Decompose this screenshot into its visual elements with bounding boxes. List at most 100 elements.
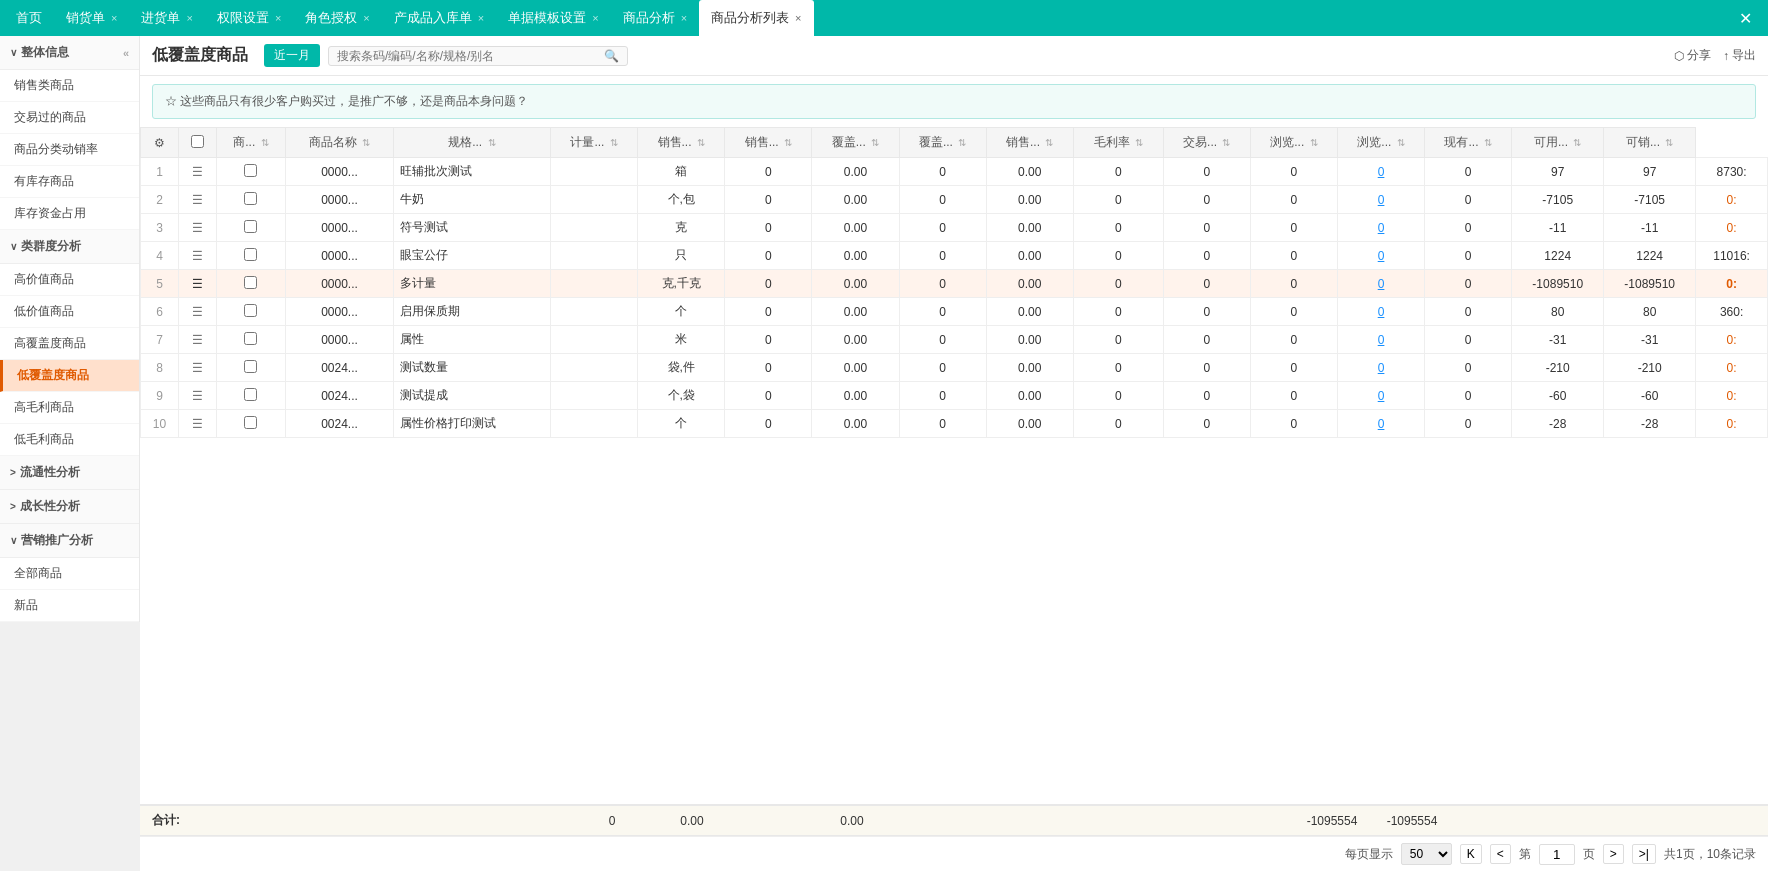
row-checkbox-2[interactable] [216, 214, 286, 242]
sidebar-item-new-goods[interactable]: 新品 [0, 590, 139, 622]
sidebar-item-traded-goods[interactable]: 交易过的商品 [0, 102, 139, 134]
sidebar-item-high-coverage[interactable]: 高覆盖度商品 [0, 328, 139, 360]
row-check-7[interactable] [244, 360, 257, 373]
close-template-tab[interactable]: × [592, 12, 598, 24]
browse1-link-0[interactable]: 0 [1378, 165, 1385, 179]
period-button[interactable]: 近一月 [264, 44, 320, 67]
row-browse1-6[interactable]: 0 [1337, 326, 1424, 354]
col-browse2[interactable]: 浏览... ⇅ [1337, 128, 1424, 158]
row-check-6[interactable] [244, 332, 257, 345]
sidebar-item-low-coverage[interactable]: 低覆盖度商品 [0, 360, 139, 392]
row-checkbox-4[interactable] [216, 270, 286, 298]
row-check-9[interactable] [244, 416, 257, 429]
nav-tab-production[interactable]: 产成品入库单 × [382, 0, 496, 36]
sort-cov2[interactable]: ⇅ [958, 137, 966, 148]
row-settings-5[interactable]: ☰ [179, 298, 217, 326]
sort-name[interactable]: ⇅ [362, 137, 370, 148]
col-available[interactable]: 可用... ⇅ [1512, 128, 1604, 158]
col-settings[interactable]: ⚙ [141, 128, 179, 158]
close-purchase-tab[interactable]: × [186, 12, 192, 24]
sidebar-section-cluster[interactable]: ∨ 类群度分析 [0, 230, 139, 264]
browse1-link-7[interactable]: 0 [1378, 361, 1385, 375]
col-checkbox[interactable] [179, 128, 217, 158]
sidebar-item-stock-capital[interactable]: 库存资金占用 [0, 198, 139, 230]
nav-tab-home[interactable]: 首页 [4, 0, 54, 36]
row-settings-7[interactable]: ☰ [179, 354, 217, 382]
prev-page-button[interactable]: < [1490, 844, 1511, 864]
row-browse1-2[interactable]: 0 [1337, 214, 1424, 242]
nav-tab-analysis-list[interactable]: 商品分析列表 × [699, 0, 813, 36]
row-settings-6[interactable]: ☰ [179, 326, 217, 354]
col-code[interactable]: 商... ⇅ [216, 128, 286, 158]
sidebar-section-flow[interactable]: > 流通性分析 [0, 456, 139, 490]
select-all-checkbox[interactable] [191, 135, 204, 148]
row-browse1-5[interactable]: 0 [1337, 298, 1424, 326]
col-name[interactable]: 商品名称 ⇅ [286, 128, 393, 158]
sort-gross-rate[interactable]: ⇅ [1135, 137, 1143, 148]
next-page-button[interactable]: > [1603, 844, 1624, 864]
row-checkbox-0[interactable] [216, 158, 286, 186]
export-button[interactable]: ↑ 导出 [1723, 47, 1756, 64]
col-gross-rate[interactable]: 毛利率 ⇅ [1073, 128, 1163, 158]
nav-tab-template[interactable]: 单据模板设置 × [496, 0, 610, 36]
row-settings-9[interactable]: ☰ [179, 410, 217, 438]
row-browse1-9[interactable]: 0 [1337, 410, 1424, 438]
close-roles-tab[interactable]: × [363, 12, 369, 24]
sort-browse2[interactable]: ⇅ [1397, 137, 1405, 148]
sidebar-item-all-goods[interactable]: 全部商品 [0, 558, 139, 590]
sidebar-item-sales-goods[interactable]: 销售类商品 [0, 70, 139, 102]
sidebar-section-marketing[interactable]: ∨ 营销推广分析 [0, 524, 139, 558]
row-browse1-3[interactable]: 0 [1337, 242, 1424, 270]
col-unit[interactable]: 计量... ⇅ [551, 128, 638, 158]
row-checkbox-6[interactable] [216, 326, 286, 354]
row-check-0[interactable] [244, 164, 257, 177]
col-trade[interactable]: 交易... ⇅ [1163, 128, 1250, 158]
sort-code[interactable]: ⇅ [261, 137, 269, 148]
sidebar-item-high-value[interactable]: 高价值商品 [0, 264, 139, 296]
col-sales-amt[interactable]: 销售... ⇅ [725, 128, 812, 158]
browse1-link-9[interactable]: 0 [1378, 417, 1385, 431]
sort-cov1[interactable]: ⇅ [871, 137, 879, 148]
sort-sales-qty[interactable]: ⇅ [697, 137, 705, 148]
sidebar-item-low-value[interactable]: 低价值商品 [0, 296, 139, 328]
row-browse1-8[interactable]: 0 [1337, 382, 1424, 410]
col-browse1[interactable]: 浏览... ⇅ [1250, 128, 1337, 158]
sidebar-item-category-rate[interactable]: 商品分类动销率 [0, 134, 139, 166]
close-permissions-tab[interactable]: × [275, 12, 281, 24]
nav-tab-analysis[interactable]: 商品分析 × [611, 0, 699, 36]
sort-sellable[interactable]: ⇅ [1665, 137, 1673, 148]
browse1-link-5[interactable]: 0 [1378, 305, 1385, 319]
row-settings-0[interactable]: ☰ [179, 158, 217, 186]
close-analysis-list-tab[interactable]: × [795, 12, 801, 24]
browse1-link-2[interactable]: 0 [1378, 221, 1385, 235]
col-cov2[interactable]: 覆盖... ⇅ [899, 128, 986, 158]
sort-current[interactable]: ⇅ [1484, 137, 1492, 148]
row-settings-2[interactable]: ☰ [179, 214, 217, 242]
nav-tab-purchase[interactable]: 进货单 × [129, 0, 204, 36]
row-browse1-0[interactable]: 0 [1337, 158, 1424, 186]
col-sales-count[interactable]: 销售... ⇅ [986, 128, 1073, 158]
row-settings-3[interactable]: ☰ [179, 242, 217, 270]
close-sales-tab[interactable]: × [111, 12, 117, 24]
close-all-button[interactable]: ✕ [1727, 9, 1764, 28]
row-check-8[interactable] [244, 388, 257, 401]
search-input[interactable] [337, 49, 600, 63]
row-settings-8[interactable]: ☰ [179, 382, 217, 410]
row-check-3[interactable] [244, 248, 257, 261]
page-number-input[interactable] [1539, 844, 1575, 865]
browse1-link-1[interactable]: 0 [1378, 193, 1385, 207]
row-check-1[interactable] [244, 192, 257, 205]
sidebar-section-overall[interactable]: ∨ 整体信息 « [0, 36, 139, 70]
table-container[interactable]: ⚙ 商... ⇅ 商品名称 ⇅ [140, 127, 1768, 804]
row-browse1-1[interactable]: 0 [1337, 186, 1424, 214]
sort-available[interactable]: ⇅ [1573, 137, 1581, 148]
nav-tab-roles[interactable]: 角色授权 × [293, 0, 381, 36]
close-analysis-tab[interactable]: × [681, 12, 687, 24]
col-sales-qty[interactable]: 销售... ⇅ [638, 128, 725, 158]
row-settings-4[interactable]: ☰ [179, 270, 217, 298]
sidebar-item-low-margin[interactable]: 低毛利商品 [0, 424, 139, 456]
search-icon[interactable]: 🔍 [604, 49, 619, 63]
browse1-link-8[interactable]: 0 [1378, 389, 1385, 403]
browse1-link-3[interactable]: 0 [1378, 249, 1385, 263]
col-cov1[interactable]: 覆盖... ⇅ [812, 128, 899, 158]
